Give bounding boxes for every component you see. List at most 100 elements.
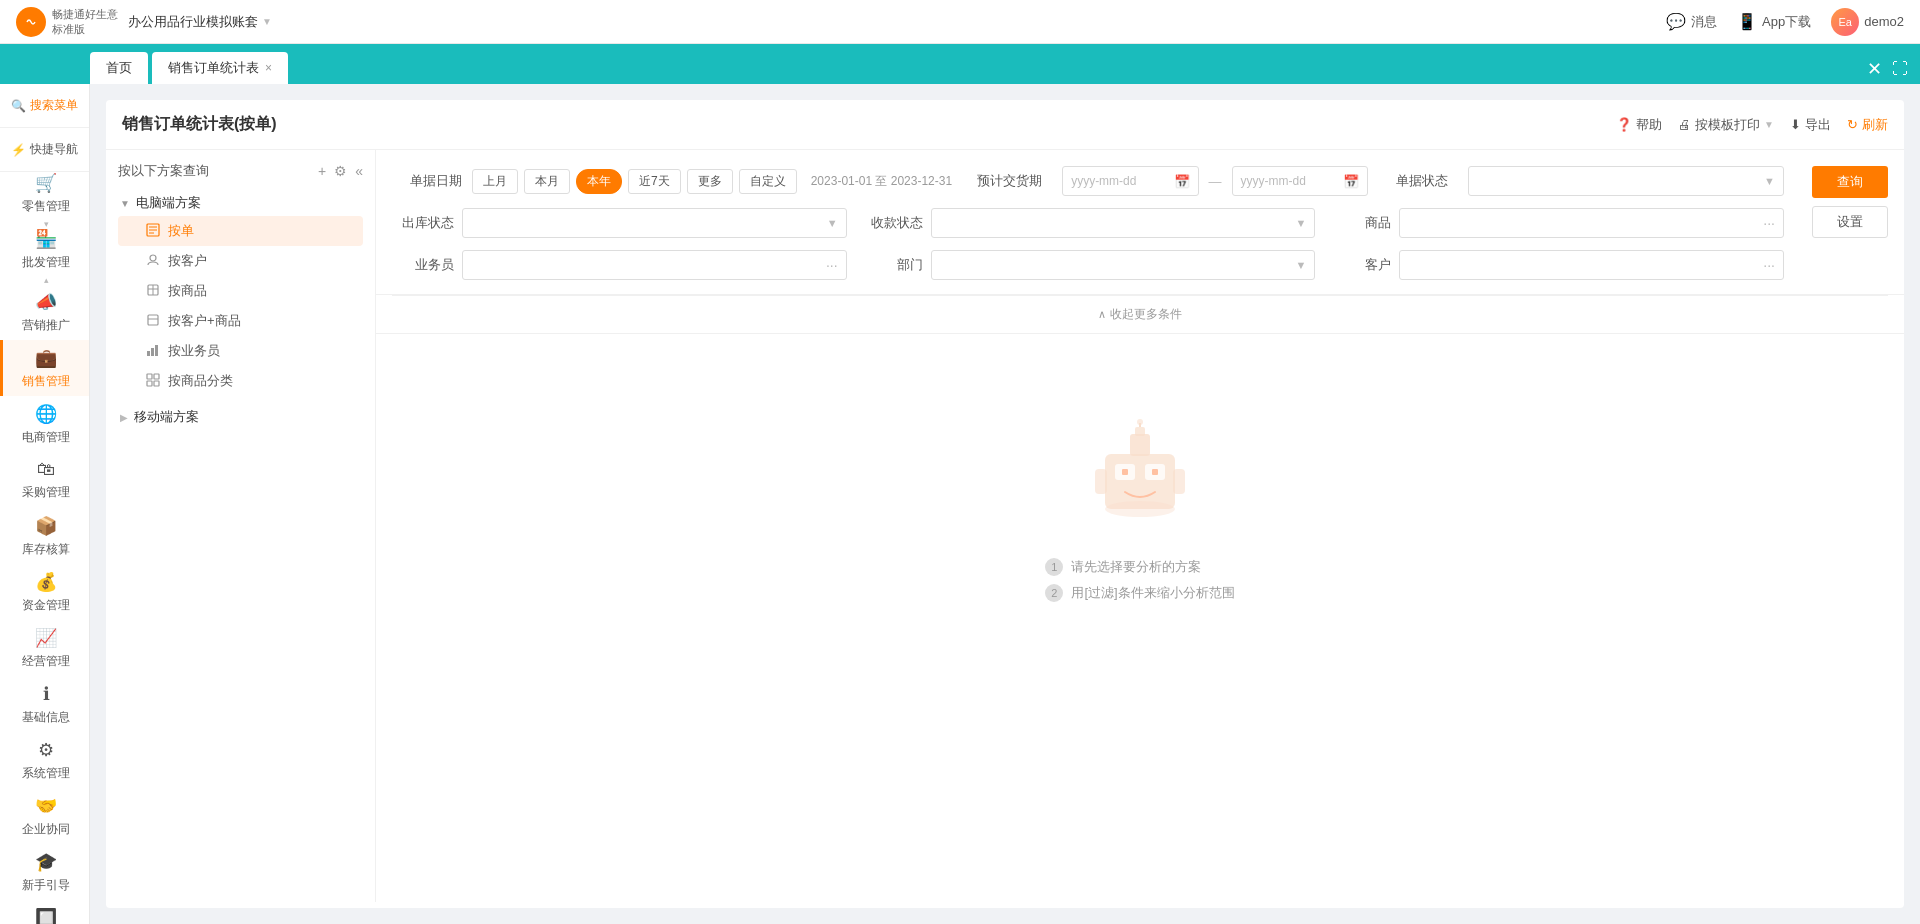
calendar-icon-1: 📅 bbox=[1174, 174, 1190, 189]
custom-btn[interactable]: 自定义 bbox=[739, 169, 797, 194]
print-button[interactable]: 🖨 按模板打印 ▼ bbox=[1678, 116, 1774, 134]
top-bar-right: 💬 消息 📱 App下载 Ea demo2 bbox=[1666, 8, 1904, 36]
empty-tip-1: 1 请先选择要分析的方案 bbox=[1045, 558, 1234, 576]
desktop-scheme-group[interactable]: ▼ 电脑端方案 bbox=[118, 190, 363, 216]
sidebar-item-ecommerce[interactable]: 🌐 电商管理 bbox=[0, 396, 89, 452]
sidebar-item-system[interactable]: ⚙ 系统管理 bbox=[0, 732, 89, 788]
left-panel-header: 按以下方案查询 + ⚙ « bbox=[118, 162, 363, 180]
settings-button[interactable]: 设置 bbox=[1812, 206, 1888, 238]
app-title[interactable]: 办公用品行业模拟账套 ▼ bbox=[128, 13, 272, 31]
payment-select-arrow: ▼ bbox=[1295, 217, 1306, 229]
payment-status-label: 收款状态 bbox=[861, 214, 931, 232]
collapse-label: 收起更多条件 bbox=[1110, 306, 1182, 323]
svg-point-5 bbox=[150, 255, 156, 261]
refresh-button[interactable]: ↻ 刷新 bbox=[1847, 116, 1888, 134]
app-title-text: 办公用品行业模拟账套 bbox=[128, 13, 258, 31]
window-close-icon[interactable]: ✕ bbox=[1867, 58, 1882, 80]
collapse-panel-button[interactable]: « bbox=[355, 163, 363, 179]
sidebar-item-finance[interactable]: 💰 资金管理 bbox=[0, 564, 89, 620]
sidebar-item-basic-info[interactable]: ℹ 基础信息 bbox=[0, 676, 89, 732]
current-year-btn[interactable]: 本年 bbox=[576, 169, 622, 194]
sidebar-item-newbie[interactable]: 🎓 新手引导 bbox=[0, 844, 89, 900]
app-download-button[interactable]: 📱 App下载 bbox=[1737, 12, 1811, 31]
this-month-btn[interactable]: 本月 bbox=[524, 169, 570, 194]
empty-tip-2: 2 用[过滤]条件来缩小分析范围 bbox=[1045, 584, 1234, 602]
left-panel-title: 按以下方案查询 bbox=[118, 162, 209, 180]
svg-rect-28 bbox=[1095, 469, 1107, 494]
add-scheme-button[interactable]: + bbox=[318, 163, 326, 179]
sidebar-item-wholesale[interactable]: 🏪 批发管理 ▴ bbox=[0, 228, 89, 284]
sidebar-item-retail[interactable]: 🛒 零售管理 ▾ bbox=[0, 172, 89, 228]
sidebar-item-operations[interactable]: 📈 经营管理 bbox=[0, 620, 89, 676]
top-bar-left: 畅捷通好生意 标准版 办公用品行业模拟账套 ▼ bbox=[16, 7, 272, 37]
window-maximize-icon[interactable]: ⛶ bbox=[1892, 60, 1908, 78]
collapse-more-button[interactable]: ∧ 收起更多条件 bbox=[392, 295, 1888, 333]
date-button-group: 上月 本月 本年 近7天 更多 自定义 2023-01-01 至 2023-12… bbox=[472, 169, 952, 194]
scheme-item-by-goods[interactable]: 按商品 bbox=[118, 276, 363, 306]
sidebar-item-purchase[interactable]: 🛍 采购管理 bbox=[0, 452, 89, 508]
page-actions: ❓ 帮助 🖨 按模板打印 ▼ ⬇ 导出 ↻ 刷新 bbox=[1616, 116, 1888, 134]
more-btn[interactable]: 更多 bbox=[687, 169, 733, 194]
scheme-item-by-order[interactable]: 按单 bbox=[118, 216, 363, 246]
purchase-icon: 🛍 bbox=[37, 459, 55, 480]
sidebar-item-app-center[interactable]: 🔲 应用中心 bbox=[0, 900, 89, 924]
status-select[interactable]: ▼ bbox=[1468, 166, 1784, 196]
right-panel: 单据日期 上月 本月 本年 近7天 更多 自定义 2023-01-01 至 20… bbox=[376, 150, 1904, 902]
customer-field: 客户 ··· bbox=[1329, 250, 1784, 280]
sidebar-item-sales[interactable]: 💼 销售管理 bbox=[0, 340, 89, 396]
department-select[interactable]: ▼ bbox=[931, 250, 1316, 280]
tab-home[interactable]: 首页 bbox=[90, 52, 148, 84]
top-bar: 畅捷通好生意 标准版 办公用品行业模拟账套 ▼ 💬 消息 📱 App下载 Ea … bbox=[0, 0, 1920, 44]
svg-rect-24 bbox=[1130, 434, 1150, 456]
avatar: Ea bbox=[1831, 8, 1859, 36]
scheme-tree: ▼ 电脑端方案 按单 bbox=[118, 190, 363, 430]
settings-scheme-button[interactable]: ⚙ bbox=[334, 163, 347, 179]
quick-nav-button[interactable]: ⚡ 快捷导航 bbox=[0, 128, 89, 172]
salesman-input[interactable]: ··· bbox=[462, 250, 847, 280]
scheme-item-by-customer[interactable]: 按客户 bbox=[118, 246, 363, 276]
sales-icon: 💼 bbox=[35, 347, 57, 369]
basic-info-icon: ℹ bbox=[43, 683, 50, 705]
tab-sales-stats[interactable]: 销售订单统计表 × bbox=[152, 52, 288, 84]
svg-rect-23 bbox=[1152, 469, 1158, 475]
user-menu[interactable]: Ea demo2 bbox=[1831, 8, 1904, 36]
stock-status-select[interactable]: ▼ bbox=[462, 208, 847, 238]
scheme-item-customer-goods[interactable]: 按客户+商品 bbox=[118, 306, 363, 336]
message-button[interactable]: 💬 消息 bbox=[1666, 12, 1717, 31]
help-icon: ❓ bbox=[1616, 117, 1632, 132]
goods-input[interactable]: ··· bbox=[1399, 208, 1784, 238]
scheme-item-by-salesman[interactable]: 按业务员 bbox=[118, 336, 363, 366]
svg-rect-14 bbox=[147, 374, 152, 379]
empty-tips: 1 请先选择要分析的方案 2 用[过滤]条件来缩小分析范围 bbox=[1045, 558, 1234, 602]
export-button[interactable]: ⬇ 导出 bbox=[1790, 116, 1831, 134]
scheme-icon-order bbox=[146, 223, 160, 240]
svg-rect-9 bbox=[148, 315, 158, 325]
expected-date-start[interactable]: yyyy-mm-dd 📅 bbox=[1062, 166, 1198, 196]
sidebar-item-enterprise[interactable]: 🤝 企业协同 bbox=[0, 788, 89, 844]
mobile-scheme-group[interactable]: ▶ 移动端方案 bbox=[118, 404, 363, 430]
status-select-arrow: ▼ bbox=[1764, 175, 1775, 187]
system-icon: ⚙ bbox=[38, 739, 54, 761]
expected-date-end[interactable]: yyyy-mm-dd 📅 bbox=[1232, 166, 1368, 196]
dept-select-arrow: ▼ bbox=[1295, 259, 1306, 271]
main-content: 销售订单统计表(按单) ❓ 帮助 🖨 按模板打印 ▼ ⬇ 导出 ↻ 刷新 bbox=[90, 84, 1920, 924]
tab-close-icon[interactable]: × bbox=[265, 61, 272, 75]
search-menu-button[interactable]: 🔍 搜索菜单 bbox=[0, 84, 89, 128]
last-month-btn[interactable]: 上月 bbox=[472, 169, 518, 194]
sidebar: 🔍 搜索菜单 ⚡ 快捷导航 🛒 零售管理 ▾ 🏪 批发管理 ▴ 📣 营销推广 💼… bbox=[0, 84, 90, 924]
payment-status-select[interactable]: ▼ bbox=[931, 208, 1316, 238]
print-icon: 🖨 bbox=[1678, 117, 1691, 132]
last7-btn[interactable]: 近7天 bbox=[628, 169, 681, 194]
scheme-icon-customer bbox=[146, 253, 160, 270]
status-label: 单据状态 bbox=[1388, 172, 1458, 190]
stock-status-field: 出库状态 ▼ bbox=[392, 208, 847, 238]
filter-area: 单据日期 上月 本月 本年 近7天 更多 自定义 2023-01-01 至 20… bbox=[392, 166, 1784, 280]
svg-rect-15 bbox=[154, 374, 159, 379]
scheme-item-by-category[interactable]: 按商品分类 bbox=[118, 366, 363, 396]
scheme-icon-salesman bbox=[146, 343, 160, 360]
sidebar-item-inventory[interactable]: 📦 库存核算 bbox=[0, 508, 89, 564]
customer-input[interactable]: ··· bbox=[1399, 250, 1784, 280]
help-button[interactable]: ❓ 帮助 bbox=[1616, 116, 1662, 134]
query-button[interactable]: 查询 bbox=[1812, 166, 1888, 198]
sidebar-item-marketing[interactable]: 📣 营销推广 bbox=[0, 284, 89, 340]
